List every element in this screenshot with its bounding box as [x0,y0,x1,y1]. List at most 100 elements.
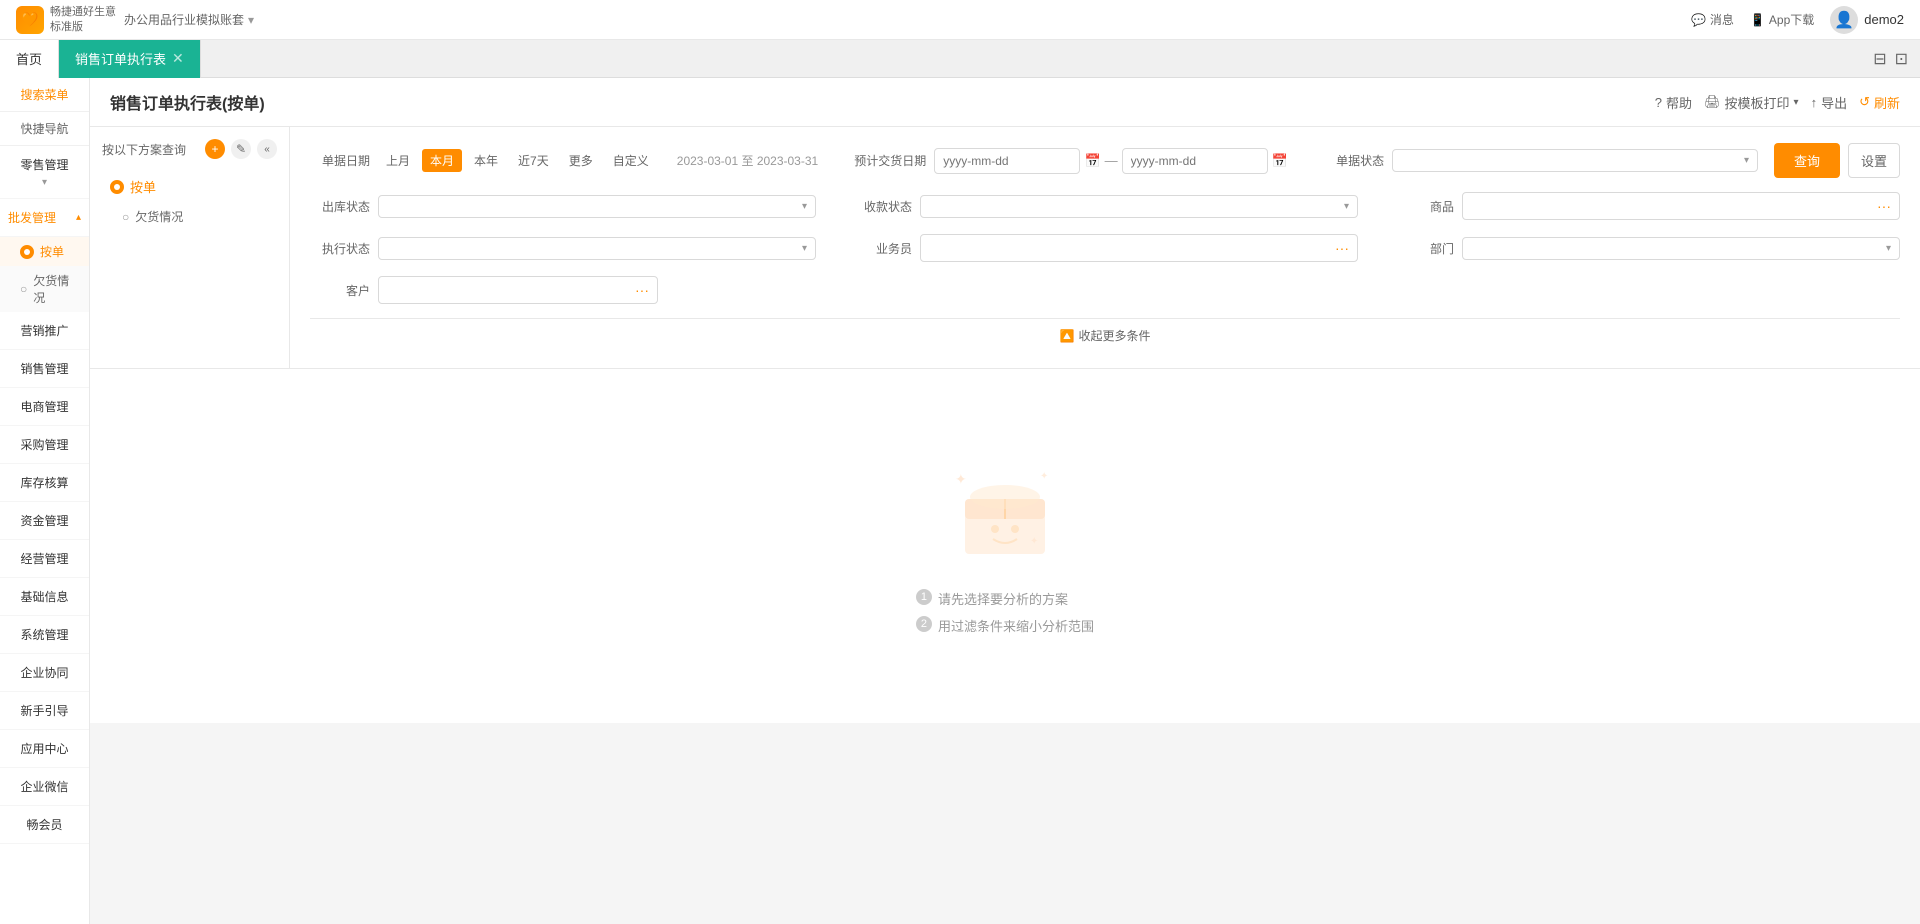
sidebar-item-operation[interactable]: 经营管理 [0,540,89,578]
sidebar-item-newbie-label: 新手引导 [20,702,68,719]
sidebar-item-app-center[interactable]: 应用中心 [0,730,89,768]
tab-close-icon[interactable]: ✕ [172,50,184,67]
order-status-label: 单据状态 [1324,152,1384,169]
filter-row-3: 执行状态 ▾ 业务员 ··· [310,234,1900,262]
filter-field-order-status: 单据状态 ▾ [1324,149,1758,172]
chevron-up-icon: ▴ [76,212,81,223]
sidebar-sub-item-debt[interactable]: ○ 欠货情况 [0,266,89,312]
sidebar-item-inventory-label: 库存核算 [20,474,68,491]
date-tab-last7days[interactable]: 近7天 [510,149,557,172]
search-button[interactable]: 查询 [1774,143,1840,178]
sidebar-item-sales[interactable]: 销售管理 [0,350,89,388]
tab-home[interactable]: 首页 [0,40,59,78]
filter-field-out-status: 出库状态 ▾ [310,195,816,218]
content-area: 销售订单执行表(按单) ? 帮助 🖨 按模板打印 ▾ ↑ [90,78,1920,924]
payment-status-arrow: ▾ [1344,201,1349,212]
filter-form: 单据日期 上月 本月 本年 近7天 更多 自定义 2023 [290,127,1920,368]
date-tab-last-month[interactable]: 上月 [378,149,418,172]
sidebar-item-ecommerce[interactable]: 电商管理 [0,388,89,426]
message-action[interactable]: 💬 消息 [1691,11,1734,28]
date-tab-this-year[interactable]: 本年 [466,149,506,172]
date-tab-custom[interactable]: 自定义 [605,149,657,172]
exec-status-select[interactable]: ▾ [378,237,816,260]
salesperson-label: 业务员 [852,240,912,257]
sidebar-item-newbie[interactable]: 新手引导 [0,692,89,730]
sidebar-item-retail-label: 零售管理 [20,156,68,173]
calendar-start-icon[interactable]: 📅 [1084,153,1100,169]
logo-area: 🧡 畅捷通好生意 标准版 [16,5,116,34]
logo-icon: 🧡 [16,6,44,34]
sidebar-item-app-center-label: 应用中心 [20,740,68,757]
goods-ellipsis[interactable]: ··· [1877,198,1891,214]
edit-plan-button[interactable]: ✎ [231,139,251,159]
filter-plan-header: 按以下方案查询 + ✎ « [102,139,277,159]
filter-action-buttons: 查询 设置 [1774,143,1900,178]
sidebar-item-wholesale[interactable]: 批发管理 ▴ [0,199,89,237]
calendar-end-icon[interactable]: 📅 [1272,153,1288,169]
collapse-plan-button[interactable]: « [257,139,277,159]
order-status-select[interactable]: ▾ [1392,149,1758,172]
radio-filled-dot [110,180,124,194]
sidebar-item-member[interactable]: 畅会员 [0,806,89,844]
sub-plan-item-debt[interactable]: ○ 欠货情况 [102,202,277,231]
filter-field-payment-status: 收款状态 ▾ [852,195,1358,218]
filter-row-4: 客户 ··· [310,276,1900,304]
app-download-action[interactable]: 📱 App下载 [1750,11,1814,28]
user-avatar: 👤 [1830,6,1858,34]
wholesale-sub-menu: 按单 ○ 欠货情况 [0,237,89,312]
date-tab-this-month[interactable]: 本月 [422,149,462,172]
breadcrumb-expand-icon[interactable]: ▾ [248,13,254,27]
add-plan-button[interactable]: + [205,139,225,159]
print-template-action[interactable]: 🖨 按模板打印 ▾ [1704,93,1799,112]
expected-date-end-input[interactable] [1122,148,1268,174]
refresh-icon: ↺ [1859,94,1870,110]
tab-minimize-icon[interactable]: ⊟ [1873,49,1886,69]
date-tab-more[interactable]: 更多 [561,149,601,172]
expected-date-start-input[interactable] [934,148,1080,174]
sidebar-item-wechat-label: 企业微信 [20,778,68,795]
tab-sales-order-label: 销售订单执行表 [75,49,166,68]
radio-filled-icon [20,245,34,259]
sidebar-item-inventory[interactable]: 库存核算 [0,464,89,502]
user-area[interactable]: 👤 demo2 [1830,6,1904,34]
tab-expand-icon[interactable]: ⊡ [1895,49,1908,69]
help-action[interactable]: ? 帮助 [1655,93,1692,112]
payment-status-select[interactable]: ▾ [920,195,1358,218]
sidebar-item-purchase[interactable]: 采购管理 [0,426,89,464]
sidebar-item-search-menu[interactable]: 搜索菜单 [0,78,89,112]
expected-date-label: 预计交货日期 [854,152,926,169]
settings-button[interactable]: 设置 [1848,143,1900,178]
sidebar-item-retail[interactable]: 零售管理 ▾ [0,146,89,199]
sidebar-item-basic[interactable]: 基础信息 [0,578,89,616]
empty-illustration: ✦ ✦ ✦ [945,449,1065,569]
empty-tip-1: 1 请先选择要分析的方案 [916,589,1094,608]
sidebar-item-enterprise[interactable]: 企业协同 [0,654,89,692]
date-filter-tabs: 上月 本月 本年 近7天 更多 自定义 [378,149,657,172]
sidebar-item-purchase-label: 采购管理 [20,436,68,453]
sidebar-item-finance[interactable]: 资金管理 [0,502,89,540]
customer-ellipsis[interactable]: ··· [635,282,649,298]
collapse-more-button[interactable]: 🔼 收起更多条件 [310,318,1900,352]
department-select[interactable]: ▾ [1462,237,1900,260]
help-icon: ? [1655,95,1662,110]
refresh-action[interactable]: ↺ 刷新 [1859,93,1900,112]
sidebar-sub-item-order[interactable]: 按单 [0,237,89,266]
filter-panel: 按以下方案查询 + ✎ « 按单 [90,127,1920,369]
page-header: 销售订单执行表(按单) ? 帮助 🖨 按模板打印 ▾ ↑ [90,78,1920,127]
salesperson-ellipsis[interactable]: ··· [1335,240,1349,256]
username-label: demo2 [1864,12,1904,27]
export-action[interactable]: ↑ 导出 [1811,93,1848,112]
sidebar-item-wechat[interactable]: 企业微信 [0,768,89,806]
filter-row-2: 出库状态 ▾ 收款状态 ▾ [310,192,1900,220]
filter-plan-actions: + ✎ « [205,139,277,159]
out-status-label: 出库状态 [310,198,370,215]
sidebar-item-ecommerce-label: 电商管理 [20,398,68,415]
filter-field-date: 单据日期 上月 本月 本年 近7天 更多 自定义 [310,149,657,172]
sidebar-item-quick-nav[interactable]: 快捷导航 [0,112,89,146]
out-status-select[interactable]: ▾ [378,195,816,218]
plan-item-by-order[interactable]: 按单 [102,171,277,202]
tab-sales-order[interactable]: 销售订单执行表 ✕ [59,40,201,78]
sidebar-item-system[interactable]: 系统管理 [0,616,89,654]
sidebar-item-marketing[interactable]: 营销推广 [0,312,89,350]
page-title: 销售订单执行表(按单) [110,90,265,114]
